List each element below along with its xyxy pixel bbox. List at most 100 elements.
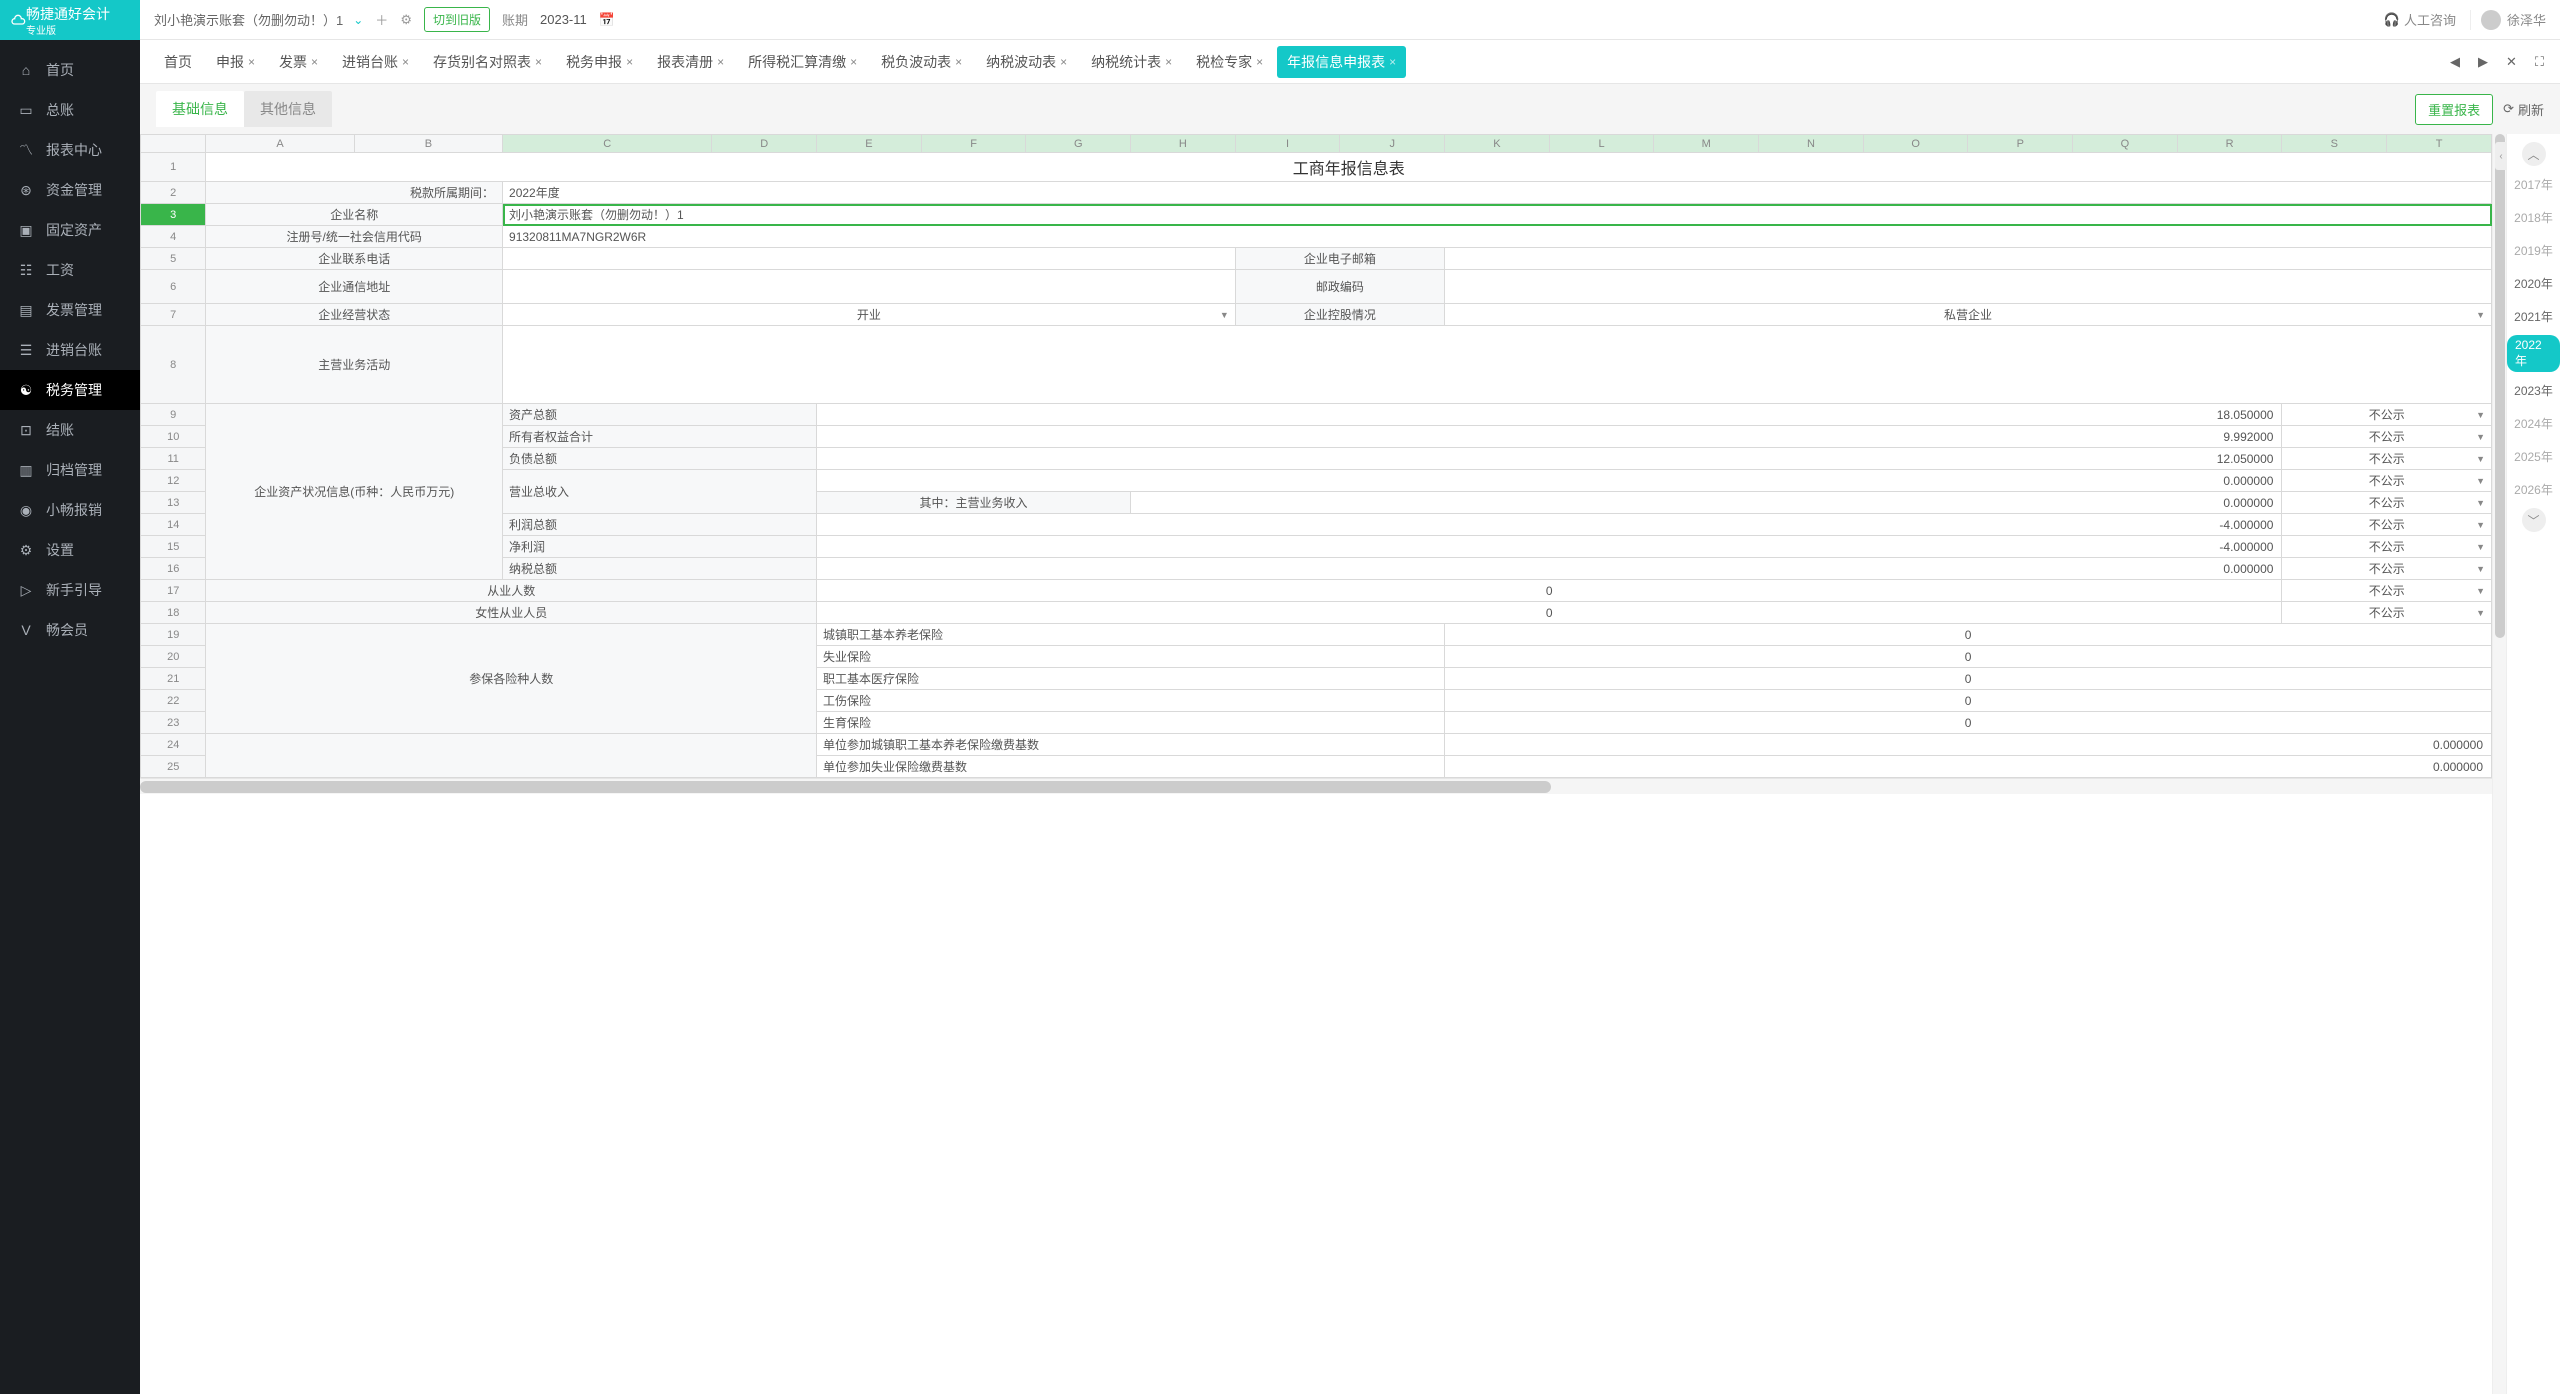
row-header[interactable]: 21	[141, 668, 206, 690]
year-item[interactable]: 2023年	[2510, 376, 2557, 405]
tab-3[interactable]: 进销台账×	[332, 46, 419, 78]
cell-dropdown[interactable]: 不公示	[2282, 426, 2492, 448]
row-header[interactable]: 9	[141, 404, 206, 426]
cell-value[interactable]: -4.000000	[817, 514, 2282, 536]
row-header[interactable]: 12	[141, 470, 206, 492]
nav-expense[interactable]: ◉小畅报销	[0, 490, 140, 530]
cell-value[interactable]: 0	[1445, 624, 2492, 646]
nav-salary[interactable]: ☷工资	[0, 250, 140, 290]
row-header[interactable]: 13	[141, 492, 206, 514]
tab-5[interactable]: 税务申报×	[556, 46, 643, 78]
col-header[interactable]: K	[1445, 135, 1550, 153]
row-header[interactable]: 17	[141, 580, 206, 602]
tabs-prev-icon[interactable]: ◀	[2446, 50, 2464, 74]
corner-cell[interactable]	[141, 135, 206, 153]
horizontal-scrollbar[interactable]	[140, 778, 2492, 794]
cell-value[interactable]: 91320811MA7NGR2W6R	[503, 226, 2492, 248]
close-icon[interactable]: ×	[850, 55, 857, 69]
row-header[interactable]: 11	[141, 448, 206, 470]
add-icon[interactable]: ＋	[375, 10, 388, 29]
tab-1[interactable]: 申报×	[206, 46, 265, 78]
spreadsheet[interactable]: ABCDEFGHIJKLMNOPQRST 1工商年报信息表 2税款所属期间：20…	[140, 134, 2492, 1394]
col-header[interactable]: T	[2387, 135, 2492, 153]
cell-value[interactable]: 0.000000	[1445, 756, 2492, 778]
cell-dropdown[interactable]: 不公示	[2282, 470, 2492, 492]
close-icon[interactable]: ×	[717, 55, 724, 69]
col-header[interactable]: G	[1026, 135, 1131, 153]
row-header[interactable]: 1	[141, 153, 206, 182]
col-header[interactable]: B	[354, 135, 502, 153]
cell-value[interactable]: 18.050000	[817, 404, 2282, 426]
nav-report[interactable]: 〽报表中心	[0, 130, 140, 170]
cell-input[interactable]	[1445, 248, 2492, 270]
nav-invoice[interactable]: ▤发票管理	[0, 290, 140, 330]
col-header[interactable]: Q	[2073, 135, 2178, 153]
year-item[interactable]: 2018年	[2510, 203, 2557, 232]
year-item-active[interactable]: 2022年	[2507, 335, 2560, 372]
row-header[interactable]: 25	[141, 756, 206, 778]
row-header[interactable]: 20	[141, 646, 206, 668]
support-link[interactable]: 🎧 人工咨询	[2384, 10, 2456, 29]
col-header[interactable]: P	[1968, 135, 2073, 153]
cell-input[interactable]	[1445, 270, 2492, 304]
refresh-button[interactable]: ⟳ 刷新	[2503, 100, 2544, 119]
collapse-handle-icon[interactable]: ‹	[2495, 142, 2507, 170]
close-icon[interactable]: ×	[1389, 55, 1396, 69]
cell-value[interactable]: 12.050000	[817, 448, 2282, 470]
cell-value[interactable]: 0.000000	[817, 470, 2282, 492]
user-menu[interactable]: 徐泽华	[2470, 10, 2546, 30]
settings-icon[interactable]: ⚙	[400, 12, 412, 28]
year-item[interactable]: 2019年	[2510, 236, 2557, 265]
nav-close[interactable]: ⊡结账	[0, 410, 140, 450]
close-icon[interactable]: ×	[248, 55, 255, 69]
close-icon[interactable]: ×	[955, 55, 962, 69]
close-icon[interactable]: ×	[1060, 55, 1067, 69]
cell-value[interactable]: 2022年度	[503, 182, 2492, 204]
year-item[interactable]: 2020年	[2510, 269, 2557, 298]
row-header[interactable]: 18	[141, 602, 206, 624]
cell-selected[interactable]: 刘小艳演示账套（勿删勿动！）1	[503, 204, 2492, 226]
close-icon[interactable]: ×	[535, 55, 542, 69]
year-up-icon[interactable]: ︿	[2522, 142, 2546, 166]
cell-value[interactable]: 0	[1445, 668, 2492, 690]
nav-asset[interactable]: ▣固定资产	[0, 210, 140, 250]
cell-dropdown[interactable]: 不公示	[2282, 448, 2492, 470]
col-header[interactable]: J	[1340, 135, 1445, 153]
row-header[interactable]: 7	[141, 304, 206, 326]
cell-value[interactable]: 0.000000	[1445, 734, 2492, 756]
col-header[interactable]: R	[2177, 135, 2282, 153]
col-header[interactable]: C	[503, 135, 712, 153]
cell-value[interactable]: 0.000000	[817, 558, 2282, 580]
subtab-other[interactable]: 其他信息	[244, 91, 332, 127]
tab-0[interactable]: 首页	[154, 46, 202, 78]
col-header[interactable]: A	[206, 135, 354, 153]
row-header[interactable]: 14	[141, 514, 206, 536]
cell-value[interactable]: 0	[1445, 646, 2492, 668]
tabs-next-icon[interactable]: ▶	[2474, 50, 2492, 74]
nav-home[interactable]: ⌂首页	[0, 50, 140, 90]
cell-value[interactable]: 0	[817, 580, 2282, 602]
vertical-scrollbar[interactable]	[2492, 134, 2506, 1394]
tab-8[interactable]: 税负波动表×	[871, 46, 972, 78]
cell-value[interactable]: 0.000000	[1131, 492, 2282, 514]
tab-4[interactable]: 存货别名对照表×	[423, 46, 552, 78]
row-header[interactable]: 4	[141, 226, 206, 248]
col-header[interactable]: S	[2282, 135, 2387, 153]
tab-6[interactable]: 报表清册×	[647, 46, 734, 78]
row-header[interactable]: 6	[141, 270, 206, 304]
cell-value[interactable]: 0	[1445, 690, 2492, 712]
cell-value[interactable]: -4.000000	[817, 536, 2282, 558]
col-header[interactable]: D	[712, 135, 817, 153]
subtab-basic[interactable]: 基础信息	[156, 91, 244, 127]
cell-dropdown[interactable]: 不公示	[2282, 558, 2492, 580]
year-item[interactable]: 2021年	[2510, 302, 2557, 331]
row-header[interactable]: 10	[141, 426, 206, 448]
cell-value[interactable]: 0	[817, 602, 2282, 624]
year-item[interactable]: 2025年	[2510, 442, 2557, 471]
calendar-icon[interactable]: 📅	[599, 12, 615, 28]
row-header[interactable]: 24	[141, 734, 206, 756]
col-header[interactable]: M	[1654, 135, 1759, 153]
row-header[interactable]: 22	[141, 690, 206, 712]
year-down-icon[interactable]: ﹀	[2522, 508, 2546, 532]
cell-dropdown[interactable]: 私营企业	[1445, 304, 2492, 326]
